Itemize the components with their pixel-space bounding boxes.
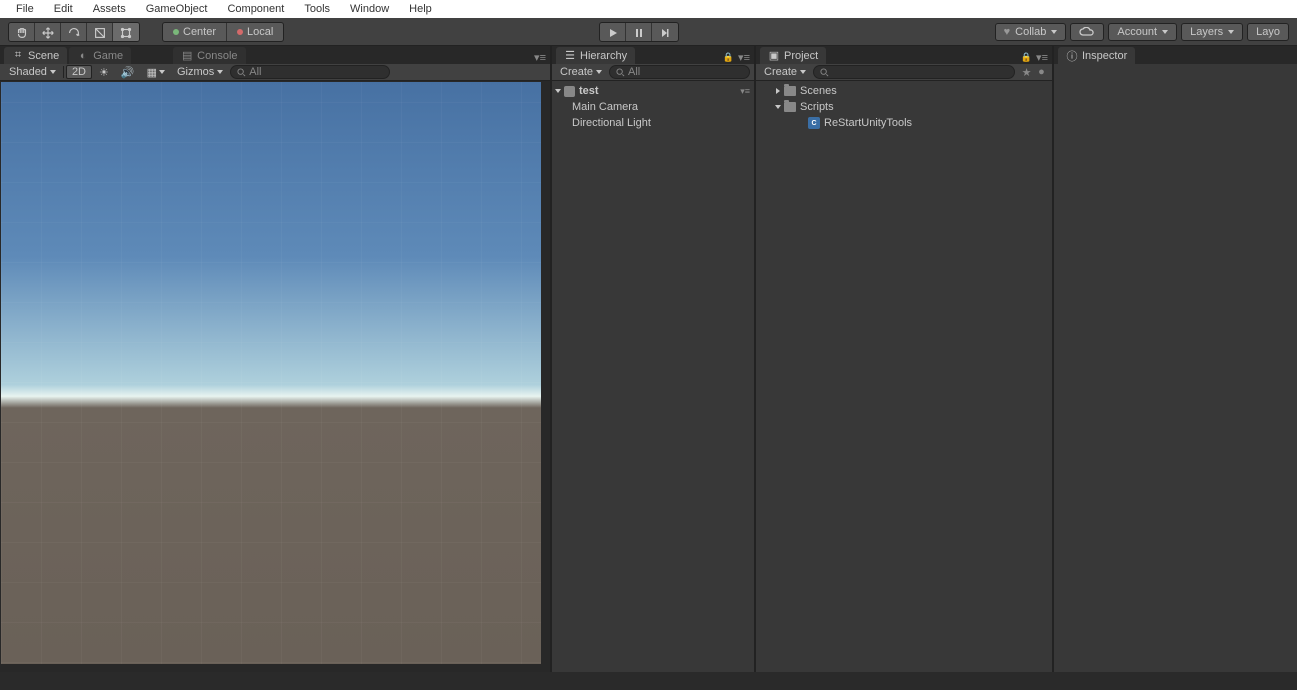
toggle-audio[interactable]: 🔊 [116, 65, 140, 79]
filter-type-icon[interactable]: ● [1035, 66, 1048, 79]
scale-tool[interactable] [87, 23, 113, 42]
hierarchy-toolbar: Create All [552, 64, 754, 81]
lock-icon[interactable]: 🔒 [723, 52, 734, 63]
toggle-lighting[interactable]: ☀ [94, 65, 114, 79]
pause-button[interactable] [626, 23, 652, 42]
menu-edit[interactable]: Edit [44, 1, 83, 17]
menu-component[interactable]: Component [217, 1, 294, 17]
layout-dropdown[interactable]: Layo [1247, 23, 1289, 41]
menu-gameobject[interactable]: GameObject [136, 1, 218, 17]
foldout-icon[interactable] [555, 89, 561, 93]
menu-tools[interactable]: Tools [294, 1, 340, 17]
status-bar [0, 672, 1297, 690]
scene-grid [1, 82, 541, 664]
transform-tools [8, 22, 140, 42]
inspector-icon: ⓘ [1066, 50, 1078, 62]
menu-window[interactable]: Window [340, 1, 399, 17]
cloud-button[interactable] [1070, 23, 1104, 41]
hierarchy-search[interactable]: All [609, 65, 750, 79]
folder-label: Scenes [800, 85, 837, 97]
menu-file[interactable]: File [6, 1, 44, 17]
hierarchy-item[interactable]: Directional Light [552, 115, 754, 131]
toggle-2d[interactable]: 2D [66, 65, 92, 79]
folder-icon [784, 102, 796, 112]
foldout-icon[interactable] [775, 105, 781, 109]
folder-icon [784, 86, 796, 96]
hierarchy-panel: ☰Hierarchy 🔒 ▾≡ Create All test ▾≡ Main … [552, 46, 756, 690]
gizmos-dropdown[interactable]: Gizmos [172, 65, 228, 79]
foldout-icon[interactable] [776, 88, 780, 94]
inspector-body [1054, 64, 1297, 690]
collab-dropdown[interactable]: ♥Collab [995, 23, 1067, 41]
main-area: ⌗Scene ◐Game ▤Console ▾≡ Shaded 2D ☀ 🔊 ▦… [0, 46, 1297, 690]
inspector-panel: ⓘInspector [1054, 46, 1297, 690]
game-icon: ◐ [77, 50, 89, 62]
menu-help[interactable]: Help [399, 1, 442, 17]
tab-scene[interactable]: ⌗Scene [4, 47, 67, 64]
project-icon: ▣ [768, 50, 780, 62]
project-filter-icons: ★ ● [1020, 66, 1048, 79]
panel-menu[interactable]: ▾≡ [534, 51, 546, 64]
gameobject-label: Main Camera [572, 101, 638, 113]
project-tabs: ▣Project 🔒 ▾≡ [756, 46, 1052, 64]
scene-toolbar: Shaded 2D ☀ 🔊 ▦ Gizmos All [0, 64, 550, 81]
script-label: ReStartUnityTools [824, 117, 912, 129]
project-search[interactable] [813, 65, 1015, 79]
tab-project[interactable]: ▣Project [760, 47, 826, 64]
scene-search[interactable]: All [230, 65, 390, 79]
tab-inspector[interactable]: ⓘInspector [1058, 47, 1135, 64]
play-button[interactable] [600, 23, 626, 42]
pivot-handle-toggle: Center Local [162, 22, 284, 42]
hand-tool[interactable] [9, 23, 35, 42]
project-toolbar: Create ★ ● [756, 64, 1052, 81]
scene-panel: ⌗Scene ◐Game ▤Console ▾≡ Shaded 2D ☀ 🔊 ▦… [0, 46, 552, 690]
scene-name: test [579, 85, 599, 97]
playback-controls [599, 22, 679, 42]
folder-label: Scripts [800, 101, 834, 113]
pivot-local[interactable]: Local [227, 22, 283, 42]
project-folder-scenes[interactable]: Scenes [756, 83, 1052, 99]
csharp-icon: C [808, 117, 820, 129]
scene-view[interactable] [0, 81, 550, 690]
scene-canvas[interactable] [1, 82, 541, 664]
pivot-center[interactable]: Center [163, 22, 227, 42]
tab-console[interactable]: ▤Console [173, 47, 245, 64]
gameobject-label: Directional Light [572, 117, 651, 129]
project-folder-scripts[interactable]: Scripts [756, 99, 1052, 115]
lock-icon[interactable]: 🔒 [1021, 52, 1032, 63]
tab-hierarchy[interactable]: ☰Hierarchy [556, 47, 635, 64]
project-create[interactable]: Create [760, 66, 810, 78]
panel-menu[interactable]: 🔒 ▾≡ [1021, 51, 1048, 64]
filter-fav-icon[interactable]: ★ [1020, 66, 1033, 79]
hierarchy-tabs: ☰Hierarchy 🔒 ▾≡ [552, 46, 754, 64]
step-button[interactable] [652, 23, 678, 42]
unity-scene-icon [564, 86, 575, 97]
tab-game[interactable]: ◐Game [69, 47, 131, 64]
console-icon: ▤ [181, 50, 193, 62]
layers-dropdown[interactable]: Layers [1181, 23, 1243, 41]
account-dropdown[interactable]: Account [1108, 23, 1177, 41]
toggle-fx[interactable]: ▦ [142, 65, 170, 79]
move-tool[interactable] [35, 23, 61, 42]
hierarchy-create[interactable]: Create [556, 66, 606, 78]
project-tree[interactable]: Scenes Scripts C ReStartUnityTools [756, 81, 1052, 690]
project-script-item[interactable]: C ReStartUnityTools [756, 115, 1052, 131]
menu-bar: File Edit Assets GameObject Component To… [0, 0, 1297, 18]
scene-tabs: ⌗Scene ◐Game ▤Console ▾≡ [0, 46, 550, 64]
rotate-tool[interactable] [61, 23, 87, 42]
hierarchy-tree[interactable]: test ▾≡ Main Camera Directional Light [552, 81, 754, 690]
hierarchy-icon: ☰ [564, 50, 576, 62]
menu-assets[interactable]: Assets [83, 1, 136, 17]
project-panel: ▣Project 🔒 ▾≡ Create ★ ● Scenes Scripts [756, 46, 1054, 690]
inspector-tabs: ⓘInspector [1054, 46, 1297, 64]
scene-icon: ⌗ [12, 50, 24, 62]
main-toolbar: Center Local ♥Collab Account Layers Layo [0, 18, 1297, 46]
rect-tool[interactable] [113, 23, 139, 42]
shading-mode[interactable]: Shaded [4, 65, 61, 79]
panel-menu[interactable]: 🔒 ▾≡ [723, 51, 750, 64]
hierarchy-item[interactable]: Main Camera [552, 99, 754, 115]
hierarchy-scene-root[interactable]: test ▾≡ [552, 83, 754, 99]
scene-menu-icon[interactable]: ▾≡ [740, 86, 750, 97]
